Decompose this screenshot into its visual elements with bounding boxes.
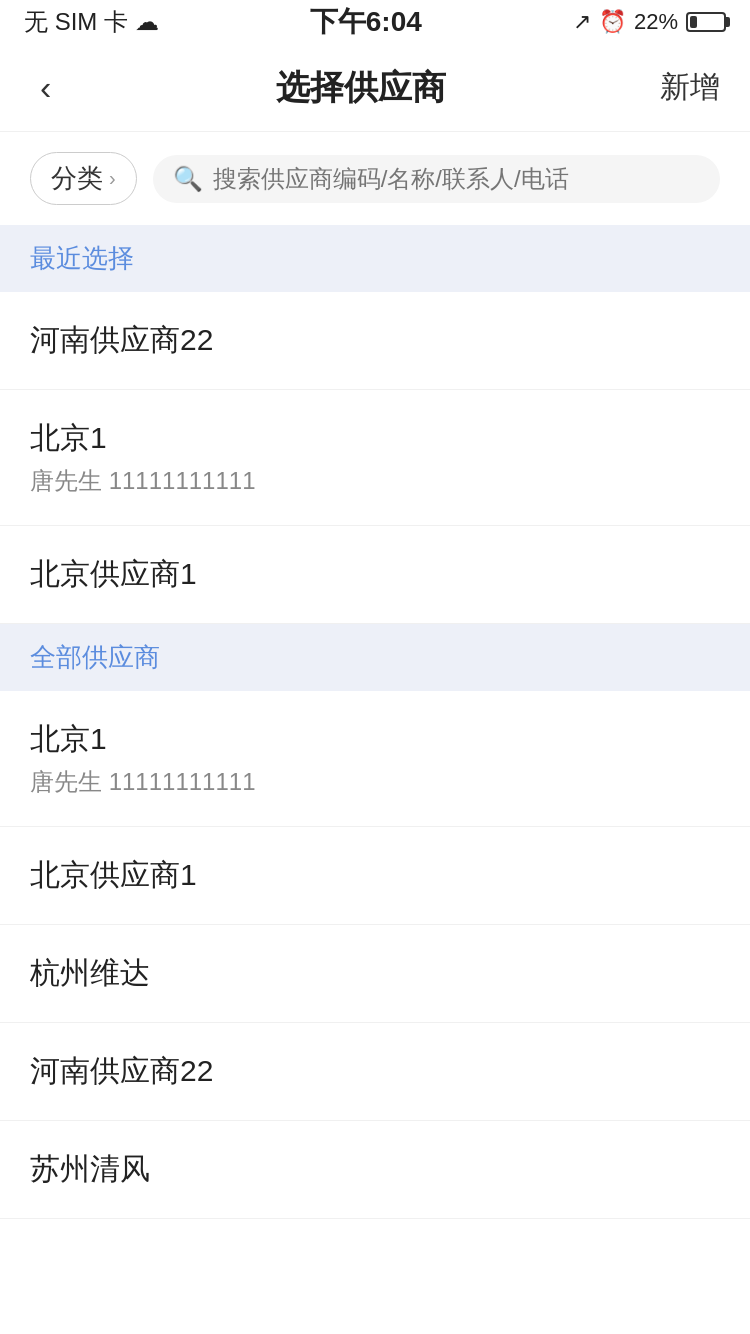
- battery-pct: 22%: [634, 9, 678, 35]
- list-item[interactable]: 北京1 唐先生 11111111111: [0, 691, 750, 827]
- search-icon: 🔍: [173, 165, 203, 193]
- category-label: 分类: [51, 161, 103, 196]
- item-name: 北京供应商1: [30, 855, 720, 896]
- nav-bar: ‹ 选择供应商 新增: [0, 44, 750, 132]
- search-input[interactable]: [213, 165, 700, 193]
- item-name: 苏州清风: [30, 1149, 720, 1190]
- filter-bar: 分类 › 🔍: [0, 132, 750, 225]
- item-name: 北京1: [30, 719, 720, 760]
- no-sim-label: 无 SIM 卡 ☁: [24, 6, 159, 38]
- status-right: ↗ ⏰ 22%: [573, 9, 726, 35]
- list-item[interactable]: 河南供应商22: [0, 292, 750, 390]
- item-detail: 唐先生 11111111111: [30, 465, 720, 497]
- item-name: 北京供应商1: [30, 554, 720, 595]
- search-box: 🔍: [153, 155, 720, 203]
- alarm-icon: ⏰: [599, 9, 626, 35]
- status-left: 无 SIM 卡 ☁: [24, 6, 159, 38]
- battery-icon: [686, 12, 726, 32]
- list-item[interactable]: 北京供应商1: [0, 827, 750, 925]
- sections-container: 最近选择河南供应商22 北京1 唐先生 11111111111 北京供应商1 全部供应商…: [0, 225, 750, 1219]
- section-header-recent: 最近选择: [0, 225, 750, 292]
- status-time: 下午6:04: [310, 3, 422, 41]
- location-icon: ↗: [573, 9, 591, 35]
- status-bar: 无 SIM 卡 ☁ 下午6:04 ↗ ⏰ 22%: [0, 0, 750, 44]
- back-button[interactable]: ‹: [30, 58, 61, 117]
- page-title: 选择供应商: [276, 65, 446, 111]
- section-header-all: 全部供应商: [0, 624, 750, 691]
- list-item[interactable]: 杭州维达: [0, 925, 750, 1023]
- add-button[interactable]: 新增: [660, 67, 720, 108]
- chevron-right-icon: ›: [109, 167, 116, 190]
- item-name: 河南供应商22: [30, 1051, 720, 1092]
- item-name: 杭州维达: [30, 953, 720, 994]
- list-item[interactable]: 北京供应商1: [0, 526, 750, 624]
- category-filter-button[interactable]: 分类 ›: [30, 152, 137, 205]
- item-detail: 唐先生 11111111111: [30, 766, 720, 798]
- list-item[interactable]: 苏州清风: [0, 1121, 750, 1219]
- item-name: 北京1: [30, 418, 720, 459]
- list-item[interactable]: 河南供应商22: [0, 1023, 750, 1121]
- list-item[interactable]: 北京1 唐先生 11111111111: [0, 390, 750, 526]
- item-name: 河南供应商22: [30, 320, 720, 361]
